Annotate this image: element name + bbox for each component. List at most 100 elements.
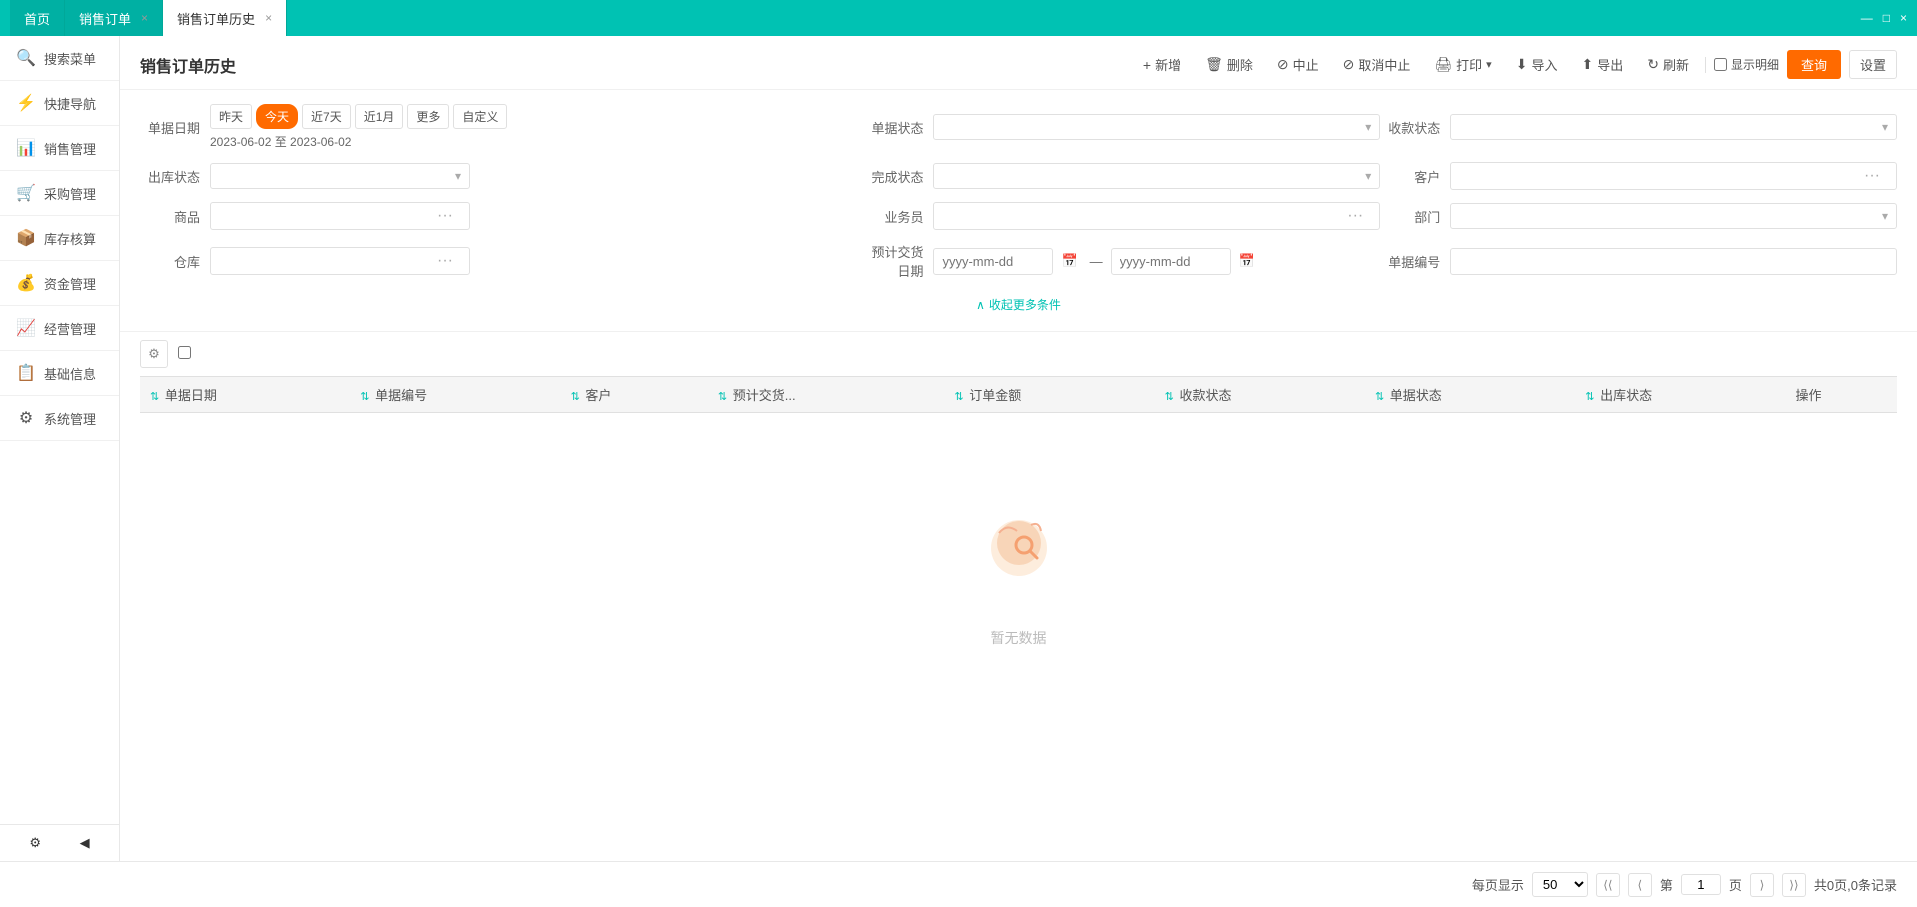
show-detail-input[interactable] <box>1714 58 1727 71</box>
sidebar-search[interactable]: 🔍 搜索菜单 <box>0 36 119 81</box>
collapse-content: ∧ 收起更多条件 <box>144 296 1893 313</box>
customer-input[interactable] <box>1459 169 1856 184</box>
new-label: 新增 <box>1155 55 1181 74</box>
print-button[interactable]: 🖨 打印 ▾ <box>1426 51 1499 78</box>
salesperson-label: 业务员 <box>863 207 933 226</box>
calendar-to-icon[interactable]: 📅 <box>1239 253 1255 269</box>
date-btn-yesterday[interactable]: 昨天 <box>210 104 252 129</box>
delivery-date-from[interactable] <box>933 248 1053 275</box>
tab-sales-history-label: 销售订单历史 <box>177 9 255 28</box>
sidebar-item-system[interactable]: ⚙ 系统管理 <box>0 396 119 441</box>
outbound-status-arrow-icon: ▾ <box>455 169 461 183</box>
table-header: ⇅ 单据日期 ⇅ 单据编号 ⇅ 客户 ⇅ 预计交 <box>140 377 1897 413</box>
page-next-button[interactable]: ⟩ <box>1750 873 1774 897</box>
sidebar-collapse-icon[interactable]: ◀ <box>80 835 90 851</box>
page-size-select[interactable]: 10 20 50 100 <box>1532 872 1588 897</box>
date-btn-custom[interactable]: 自定义 <box>453 104 507 129</box>
tab-sales-history[interactable]: 销售订单历史 × <box>163 0 287 36</box>
filter-salesperson-col: 业务员 ··· <box>863 202 1380 230</box>
calendar-from-icon[interactable]: 📅 <box>1061 253 1077 269</box>
sidebar-item-finance[interactable]: 💰 资金管理 <box>0 261 119 306</box>
tab-home[interactable]: 首页 <box>10 0 65 36</box>
department-select[interactable]: ▾ <box>1450 203 1897 229</box>
filter-delivery-date-col: 预计交货日期 📅 — 📅 <box>863 242 1380 280</box>
doc-status-label: 单据状态 <box>863 118 933 137</box>
sidebar-search-label: 搜索菜单 <box>44 49 96 68</box>
sidebar-item-inventory[interactable]: 📦 库存核算 <box>0 216 119 261</box>
sort-icon-receipt[interactable]: ⇅ <box>1165 391 1174 403</box>
query-button[interactable]: 查询 <box>1787 50 1841 79</box>
cancel-stop-button[interactable]: ⊘ 取消中止 <box>1335 51 1419 78</box>
sidebar-item-basic[interactable]: 📋 基础信息 <box>0 351 119 396</box>
settings-button[interactable]: 设置 <box>1849 50 1897 79</box>
new-button[interactable]: + 新增 <box>1135 51 1189 78</box>
warehouse-dots-icon[interactable]: ··· <box>429 252 461 270</box>
sort-icon-outbound[interactable]: ⇅ <box>1585 391 1594 403</box>
page-size-label: 每页显示 <box>1472 875 1524 894</box>
window-minimize[interactable]: — <box>1861 11 1873 25</box>
sort-icon-number[interactable]: ⇅ <box>360 391 369 403</box>
sort-icon-customer[interactable]: ⇅ <box>571 391 580 403</box>
delivery-date-to[interactable] <box>1111 248 1231 275</box>
sort-icon-date[interactable]: ⇅ <box>150 391 159 403</box>
outbound-status-label: 出库状态 <box>140 167 210 186</box>
col-receipt-status: ⇅ 收款状态 <box>1155 377 1365 413</box>
page-first-button[interactable]: ⟨⟨ <box>1596 873 1620 897</box>
date-buttons-group: 昨天 今天 近7天 近1月 更多 自定义 <box>210 104 507 129</box>
sidebar-item-inventory-label: 库存核算 <box>44 229 96 248</box>
select-all-checkbox[interactable] <box>178 346 191 359</box>
col-doc-status: ⇅ 单据状态 <box>1365 377 1575 413</box>
sidebar-item-quicknav[interactable]: ⚡ 快捷导航 <box>0 81 119 126</box>
date-btn-7days[interactable]: 近7天 <box>302 104 351 129</box>
window-close[interactable]: × <box>1900 11 1907 25</box>
sidebar-settings-icon[interactable]: ⚙ <box>29 835 41 851</box>
table-settings-button[interactable]: ⚙ <box>140 340 168 368</box>
tab-sales-order-close[interactable]: × <box>141 11 148 25</box>
page-input[interactable] <box>1681 874 1721 895</box>
customer-dots-icon[interactable]: ··· <box>1856 167 1888 185</box>
delete-button[interactable]: 🗑 删除 <box>1197 51 1261 78</box>
finance-icon: 💰 <box>16 273 36 293</box>
import-button[interactable]: ⬇ 导入 <box>1508 51 1566 78</box>
collapse-bar[interactable]: ∧ 收起更多条件 <box>140 292 1897 317</box>
outbound-status-select[interactable]: ▾ <box>210 163 470 189</box>
export-button[interactable]: ⬆ 导出 <box>1573 51 1631 78</box>
sidebar-item-purchase[interactable]: 🛒 采购管理 <box>0 171 119 216</box>
tab-sales-order[interactable]: 销售订单 × <box>65 0 163 36</box>
completion-status-select[interactable]: ▾ <box>933 163 1380 189</box>
tab-sales-history-close[interactable]: × <box>265 11 272 25</box>
col-date-label: 单据日期 <box>165 388 217 403</box>
date-btn-today[interactable]: 今天 <box>256 104 298 129</box>
show-detail-checkbox[interactable]: 显示明细 <box>1714 56 1779 73</box>
warehouse-input[interactable] <box>219 254 429 269</box>
refresh-button[interactable]: ↻ 刷新 <box>1639 51 1697 78</box>
window-maximize[interactable]: □ <box>1883 11 1890 25</box>
date-label: 单据日期 <box>140 118 210 137</box>
filter-outbound-col: 出库状态 ▾ <box>140 163 863 189</box>
date-btn-1month[interactable]: 近1月 <box>355 104 404 129</box>
col-amount: ⇅ 订单金额 <box>944 377 1154 413</box>
sort-icon-amount[interactable]: ⇅ <box>954 391 963 403</box>
product-dots-icon[interactable]: ··· <box>429 207 461 225</box>
sort-icon-doc[interactable]: ⇅ <box>1375 391 1384 403</box>
page-last-button[interactable]: ⟩⟩ <box>1782 873 1806 897</box>
product-input[interactable] <box>219 209 429 224</box>
sales-icon: 📊 <box>16 138 36 158</box>
salesperson-dots-icon[interactable]: ··· <box>1339 207 1371 225</box>
salesperson-input[interactable] <box>942 209 1339 224</box>
col-number: ⇅ 单据编号 <box>350 377 560 413</box>
stop-button[interactable]: ⊘ 中止 <box>1269 51 1327 78</box>
filter-department-col: 部门 ▾ <box>1380 203 1897 229</box>
sidebar-item-operations[interactable]: 📈 经营管理 <box>0 306 119 351</box>
doc-status-select[interactable]: ▾ <box>933 114 1380 140</box>
filter-date-col: 单据日期 昨天 今天 近7天 近1月 更多 自定义 2023-06-02 至 2… <box>140 104 863 150</box>
page-prev-button[interactable]: ⟨ <box>1628 873 1652 897</box>
filter-row-1: 单据日期 昨天 今天 近7天 近1月 更多 自定义 2023-06-02 至 2… <box>140 104 1897 150</box>
sort-icon-delivery[interactable]: ⇅ <box>718 391 727 403</box>
receipt-status-select[interactable]: ▾ <box>1450 114 1897 140</box>
sidebar-item-sales[interactable]: 📊 销售管理 <box>0 126 119 171</box>
print-icon: 🖨 <box>1434 56 1452 73</box>
col-customer: ⇅ 客户 <box>561 377 708 413</box>
doc-number-input[interactable] <box>1450 248 1897 275</box>
date-btn-more[interactable]: 更多 <box>407 104 449 129</box>
